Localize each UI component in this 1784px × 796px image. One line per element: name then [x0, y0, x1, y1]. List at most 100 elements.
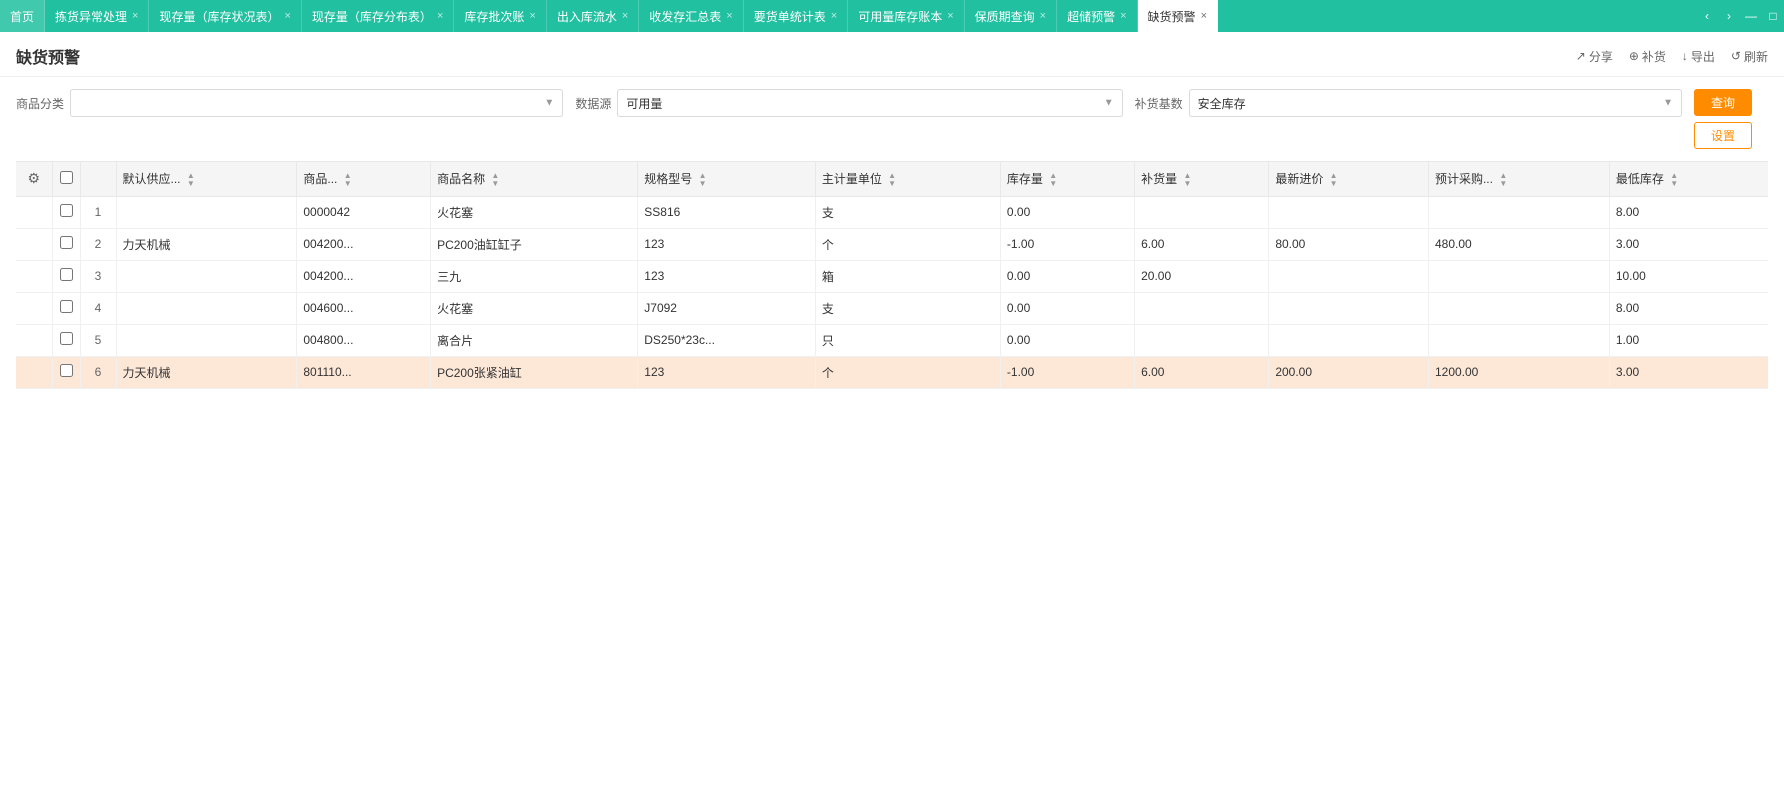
row-gear-cell [16, 292, 52, 324]
tab-exception[interactable]: 拣货异常处理 × [45, 0, 149, 32]
row-check-cell[interactable] [52, 228, 80, 260]
tab-maximize-btn[interactable]: □ [1762, 9, 1784, 23]
row-est-purchase-cell: 480.00 [1428, 228, 1609, 260]
tab-expiry-query[interactable]: 保质期查询 × [965, 0, 1057, 32]
row-latest-price-cell: 200.00 [1269, 356, 1429, 388]
tab-close-exception[interactable]: × [132, 10, 138, 22]
row-checkbox[interactable] [60, 268, 73, 281]
datasource-filter-arrow-icon: ▼ [1104, 98, 1114, 109]
th-default-supplier[interactable]: 默认供应... ▲▼ [116, 162, 297, 197]
page-title: 缺货预警 [16, 44, 80, 68]
th-unit[interactable]: 主计量单位 ▲▼ [815, 162, 1000, 197]
row-product-code-cell: 004200... [297, 228, 431, 260]
tab-close-batch-account[interactable]: × [529, 10, 535, 22]
share-button[interactable]: ↗ 分享 [1576, 48, 1613, 65]
row-replenish-qty-cell: 6.00 [1135, 356, 1269, 388]
tab-close-overstock[interactable]: × [1120, 10, 1126, 22]
tab-available-ledger[interactable]: 可用量库存账本 × [848, 0, 964, 32]
refresh-icon: ↺ [1731, 49, 1741, 63]
th-min-stock[interactable]: 最低库存 ▲▼ [1609, 162, 1768, 197]
category-filter-select[interactable]: ▼ [70, 89, 563, 117]
th-replenish-qty-label: 补货量 [1141, 172, 1177, 186]
row-check-cell[interactable] [52, 356, 80, 388]
row-checkbox[interactable] [60, 364, 73, 377]
row-unit-cell: 只 [815, 324, 1000, 356]
tab-inventory-status[interactable]: 现存量（库存状况表） × [149, 0, 301, 32]
tab-overstock[interactable]: 超储预警 × [1057, 0, 1137, 32]
replenish-button[interactable]: ⊕ 补货 [1629, 48, 1666, 65]
tab-prev-btn[interactable]: ‹ [1696, 9, 1718, 23]
tab-shortage[interactable]: 缺货预警 × [1138, 0, 1218, 32]
settings-button[interactable]: 设置 [1694, 122, 1752, 149]
tab-close-inventory-dist[interactable]: × [437, 10, 443, 22]
th-spec[interactable]: 规格型号 ▲▼ [638, 162, 816, 197]
tab-close-inventory-status[interactable]: × [284, 10, 290, 22]
table-row: 5004800...离合片DS250*23c...只0.001.00 [16, 324, 1768, 356]
row-est-purchase-cell [1428, 324, 1609, 356]
row-supplier-cell [116, 196, 297, 228]
th-product-name[interactable]: 商品名称 ▲▼ [431, 162, 638, 197]
th-est-purchase[interactable]: 预计采购... ▲▼ [1428, 162, 1609, 197]
datasource-filter-label: 数据源 [575, 95, 611, 112]
sort-icon-replenish-qty: ▲▼ [1183, 172, 1191, 188]
datasource-filter-select[interactable]: 可用量 ▼ [617, 89, 1122, 117]
tab-close-inout-flow[interactable]: × [622, 10, 628, 22]
tab-recv-summary[interactable]: 收发存汇总表 × [639, 0, 743, 32]
row-min-stock-cell: 1.00 [1609, 324, 1768, 356]
sort-icon-product-code: ▲▼ [344, 172, 352, 188]
th-product-code[interactable]: 商品... ▲▼ [297, 162, 431, 197]
row-replenish-qty-cell [1135, 292, 1269, 324]
row-check-cell[interactable] [52, 196, 80, 228]
tab-close-available-ledger[interactable]: × [947, 10, 953, 22]
th-product-name-label: 商品名称 [437, 172, 485, 186]
row-spec-cell: SS816 [638, 196, 816, 228]
tab-minimize-btn[interactable]: — [1740, 9, 1762, 23]
refresh-button[interactable]: ↺ 刷新 [1731, 48, 1768, 65]
row-checkbox[interactable] [60, 332, 73, 345]
tab-inout-flow[interactable]: 出入库流水 × [547, 0, 639, 32]
row-unit-cell: 个 [815, 356, 1000, 388]
tab-next-btn[interactable]: › [1718, 9, 1740, 23]
query-button[interactable]: 查询 [1694, 89, 1752, 116]
row-stock-qty-cell: 0.00 [1000, 260, 1134, 292]
th-gear[interactable]: ⚙ [16, 162, 52, 197]
th-checkbox[interactable] [52, 162, 80, 197]
row-product-code-cell: 801110... [297, 356, 431, 388]
sort-icon-spec: ▲▼ [699, 172, 707, 188]
row-min-stock-cell: 8.00 [1609, 196, 1768, 228]
row-check-cell[interactable] [52, 260, 80, 292]
th-product-code-label: 商品... [303, 172, 337, 186]
tab-close-shortage[interactable]: × [1201, 10, 1207, 22]
row-checkbox[interactable] [60, 204, 73, 217]
select-all-checkbox[interactable] [60, 171, 73, 184]
row-replenish-qty-cell [1135, 196, 1269, 228]
main-content: 缺货预警 ↗ 分享 ⊕ 补货 ↓ 导出 ↺ 刷新 商品分类 [0, 32, 1784, 796]
row-check-cell[interactable] [52, 292, 80, 324]
row-gear-cell [16, 260, 52, 292]
tab-batch-account[interactable]: 库存批次账 × [454, 0, 546, 32]
row-checkbox[interactable] [60, 236, 73, 249]
tab-close-order-stats[interactable]: × [831, 10, 837, 22]
tab-order-stats[interactable]: 要货单统计表 × [744, 0, 848, 32]
th-replenish-qty[interactable]: 补货量 ▲▼ [1135, 162, 1269, 197]
tab-home[interactable]: 首页 [0, 0, 45, 32]
row-unit-cell: 支 [815, 292, 1000, 324]
data-table: ⚙ 默认供应... ▲▼ 商品... ▲▼ 商品名称 [16, 161, 1768, 389]
replenish-base-filter-select[interactable]: 安全库存 ▼ [1189, 89, 1682, 117]
row-est-purchase-cell [1428, 260, 1609, 292]
tab-close-expiry-query[interactable]: × [1040, 10, 1046, 22]
row-supplier-cell: 力天机械 [116, 228, 297, 260]
row-checkbox[interactable] [60, 300, 73, 313]
tab-inventory-dist[interactable]: 现存量（库存分布表） × [302, 0, 454, 32]
row-latest-price-cell [1269, 292, 1429, 324]
sort-icon-latest-price: ▲▼ [1330, 172, 1338, 188]
tab-close-recv-summary[interactable]: × [726, 10, 732, 22]
row-num-cell: 2 [80, 228, 116, 260]
datasource-filter-group: 数据源 可用量 ▼ [575, 89, 1122, 117]
th-spec-label: 规格型号 [644, 172, 692, 186]
gear-icon[interactable]: ⚙ [27, 170, 40, 186]
th-latest-price[interactable]: 最新进价 ▲▼ [1269, 162, 1429, 197]
export-button[interactable]: ↓ 导出 [1682, 48, 1715, 65]
th-stock-qty[interactable]: 库存量 ▲▼ [1000, 162, 1134, 197]
row-check-cell[interactable] [52, 324, 80, 356]
